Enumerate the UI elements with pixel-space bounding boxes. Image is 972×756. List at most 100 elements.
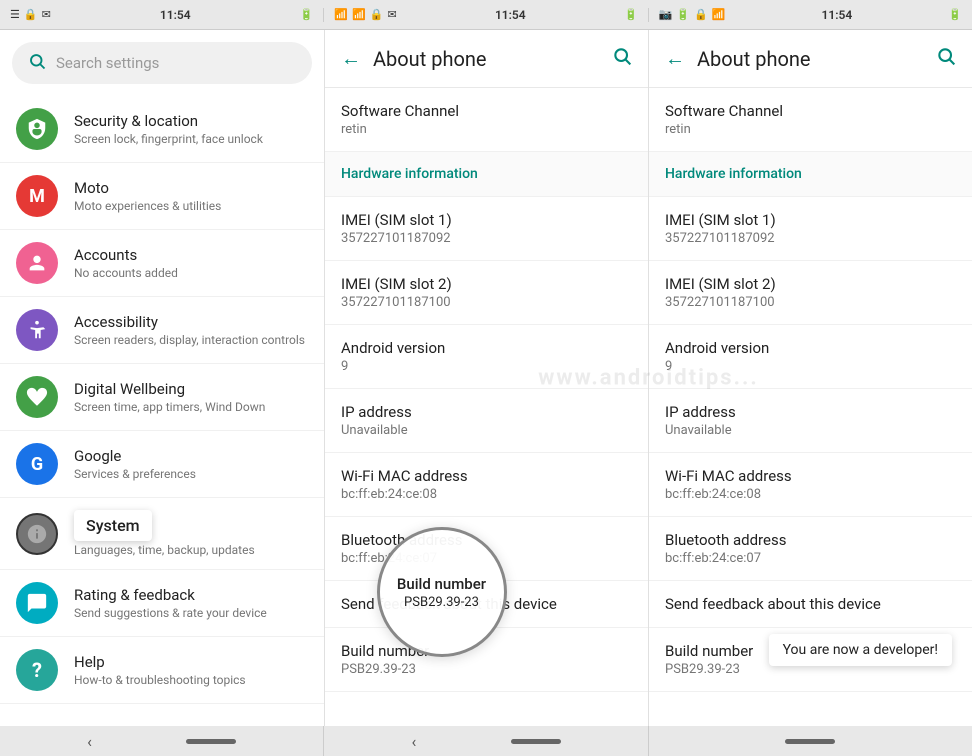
about-title-right: About phone <box>697 47 924 71</box>
hardware-info-title-left: Hardware information <box>341 166 632 182</box>
sidebar-item-moto[interactable]: M Moto Moto experiences & utilities <box>0 163 324 230</box>
system-subtitle: Languages, time, backup, updates <box>74 543 308 557</box>
sim-icon-mid: 📶 <box>352 8 366 21</box>
wifi-value-right: bc:ff:eb:24:ce:08 <box>665 487 956 502</box>
imei1-value-right: 357227101187092 <box>665 231 956 246</box>
about-item-ip-left[interactable]: IP address Unavailable <box>325 389 648 453</box>
right-status-icons: 📷 🔋 🔒 📶 <box>659 8 726 21</box>
software-channel-value-right: retin <box>665 122 956 137</box>
accessibility-subtitle: Screen readers, display, interaction con… <box>74 333 308 347</box>
about-item-imei2-right[interactable]: IMEI (SIM slot 2) 357227101187100 <box>649 261 972 325</box>
search-placeholder: Search settings <box>56 54 159 72</box>
android-value-right: 9 <box>665 359 956 374</box>
settings-panel: Search settings Security & location Scre… <box>0 30 325 726</box>
bt-value-right: bc:ff:eb:24:ce:07 <box>665 551 956 566</box>
sidebar-item-google[interactable]: G Google Services & preferences <box>0 431 324 498</box>
bt-title-right: Bluetooth address <box>665 531 956 549</box>
lock-icon: 🔒 <box>24 8 38 21</box>
about-item-imei1-right[interactable]: IMEI (SIM slot 1) 357227101187092 <box>649 197 972 261</box>
search-bar[interactable]: Search settings <box>12 42 312 84</box>
about-item-software-channel-left[interactable]: Software Channel retin <box>325 88 648 152</box>
nav-home-right[interactable] <box>785 739 835 744</box>
battery-icon-right: 🔋 <box>676 8 690 21</box>
developer-toast: You are now a developer! <box>769 634 952 666</box>
about-item-feedback-left[interactable]: Send feedback about this device Build nu… <box>325 581 648 628</box>
software-channel-title-left: Software Channel <box>341 102 632 120</box>
google-icon: G <box>16 443 58 485</box>
rating-title: Rating & feedback <box>74 586 308 604</box>
imei1-title-right: IMEI (SIM slot 1) <box>665 211 956 229</box>
wifi-title-left: Wi-Fi MAC address <box>341 467 632 485</box>
ip-title-left: IP address <box>341 403 632 421</box>
time-mid: 11:54 <box>495 8 526 22</box>
back-arrow-right[interactable]: ← <box>665 46 685 71</box>
ip-value-right: Unavailable <box>665 423 956 438</box>
about-title-left: About phone <box>373 47 600 71</box>
sidebar-item-system[interactable]: System Languages, time, backup, updates <box>0 498 324 570</box>
google-title: Google <box>74 447 308 465</box>
system-tooltip: System <box>74 510 152 541</box>
moto-title: Moto <box>74 179 308 197</box>
battery-mid: 🔋 <box>624 8 638 21</box>
build-value-left: PSB29.39-23 <box>341 662 632 677</box>
accounts-title: Accounts <box>74 246 308 264</box>
build-circle-value: PSB29.39-23 <box>404 595 479 610</box>
android-title-right: Android version <box>665 339 956 357</box>
feedback-title-right: Send feedback about this device <box>665 595 956 613</box>
search-header-icon-right[interactable] <box>936 46 956 71</box>
digital-text: Digital Wellbeing Screen time, app timer… <box>74 380 308 414</box>
security-title: Security & location <box>74 112 308 130</box>
sidebar-item-digital[interactable]: Digital Wellbeing Screen time, app timer… <box>0 364 324 431</box>
status-section-left: ☰ 🔒 ✉ 11:54 🔋 <box>0 8 324 22</box>
android-title-left: Android version <box>341 339 632 357</box>
digital-icon <box>16 376 58 418</box>
accounts-icon <box>16 242 58 284</box>
about-list-left: Software Channel retin Hardware informat… <box>325 88 648 726</box>
hardware-info-header-left: Hardware information <box>325 152 648 197</box>
sidebar-item-rating[interactable]: Rating & feedback Send suggestions & rat… <box>0 570 324 637</box>
about-item-feedback-right[interactable]: Send feedback about this device <box>649 581 972 628</box>
accessibility-title: Accessibility <box>74 313 308 331</box>
sidebar-item-help[interactable]: ? Help How-to & troubleshooting topics <box>0 637 324 704</box>
about-item-bt-right[interactable]: Bluetooth address bc:ff:eb:24:ce:07 <box>649 517 972 581</box>
nav-home-mid[interactable] <box>511 739 561 744</box>
about-item-software-channel-right[interactable]: Software Channel retin <box>649 88 972 152</box>
nav-back-left[interactable]: ‹ <box>87 732 92 751</box>
about-header-left: ← About phone <box>325 30 648 88</box>
about-list-right: Software Channel retin Hardware informat… <box>649 88 972 726</box>
signal-icon-right: 📶 <box>712 8 726 21</box>
message-icon: ✉ <box>42 8 51 21</box>
search-header-icon-left[interactable] <box>612 46 632 71</box>
mid-status-icons: 📶 📶 🔒 ✉ <box>334 8 396 21</box>
system-text: System Languages, time, backup, updates <box>74 510 308 557</box>
nav-home-left[interactable] <box>186 739 236 744</box>
sidebar-item-accessibility[interactable]: Accessibility Screen readers, display, i… <box>0 297 324 364</box>
ip-title-right: IP address <box>665 403 956 421</box>
help-text: Help How-to & troubleshooting topics <box>74 653 308 687</box>
file-icon: ☰ <box>10 8 20 21</box>
about-item-imei2-left[interactable]: IMEI (SIM slot 2) 357227101187100 <box>325 261 648 325</box>
back-arrow-left[interactable]: ← <box>341 46 361 71</box>
about-item-wifi-left[interactable]: Wi-Fi MAC address bc:ff:eb:24:ce:08 <box>325 453 648 517</box>
about-item-ip-right[interactable]: IP address Unavailable <box>649 389 972 453</box>
hardware-info-title-right: Hardware information <box>665 166 956 182</box>
google-text: Google Services & preferences <box>74 447 308 481</box>
status-section-mid: 📶 📶 🔒 ✉ 11:54 🔋 <box>324 8 648 22</box>
about-item-android-right[interactable]: Android version 9 <box>649 325 972 389</box>
digital-subtitle: Screen time, app timers, Wind Down <box>74 400 308 414</box>
nav-back-mid[interactable]: ‹ <box>411 732 416 751</box>
about-panel-right: ← About phone Software Channel retin Har… <box>649 30 972 726</box>
about-item-imei1-left[interactable]: IMEI (SIM slot 1) 357227101187092 <box>325 197 648 261</box>
nav-section-right <box>649 726 972 756</box>
wifi-value-left: bc:ff:eb:24:ce:08 <box>341 487 632 502</box>
lock-icon-right: 🔒 <box>694 8 708 21</box>
about-item-android-left[interactable]: Android version 9 <box>325 325 648 389</box>
sidebar-item-security[interactable]: Security & location Screen lock, fingerp… <box>0 96 324 163</box>
moto-text: Moto Moto experiences & utilities <box>74 179 308 213</box>
help-icon: ? <box>16 649 58 691</box>
rating-icon <box>16 582 58 624</box>
about-item-wifi-right[interactable]: Wi-Fi MAC address bc:ff:eb:24:ce:08 <box>649 453 972 517</box>
battery-left: 🔋 <box>300 8 314 21</box>
sidebar-item-accounts[interactable]: Accounts No accounts added <box>0 230 324 297</box>
imei1-title-left: IMEI (SIM slot 1) <box>341 211 632 229</box>
